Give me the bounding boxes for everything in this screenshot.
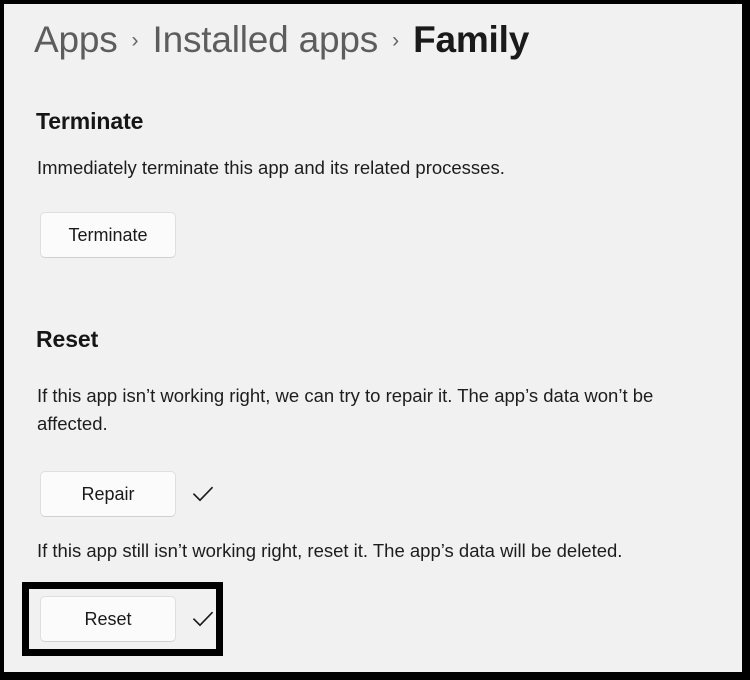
reset-check-icon: [190, 606, 216, 632]
settings-page: Apps › Installed apps › Family Terminate…: [4, 4, 742, 672]
reset-button[interactable]: Reset: [40, 596, 176, 642]
breadcrumb-separator-icon: ›: [131, 29, 139, 52]
terminate-button[interactable]: Terminate: [40, 212, 176, 258]
terminate-description: Immediately terminate this app and its r…: [37, 157, 505, 178]
reset-description: If this app still isn’t working right, r…: [37, 540, 623, 561]
breadcrumb-separator-icon: ›: [392, 29, 400, 52]
terminate-section-heading: Terminate: [36, 108, 144, 134]
breadcrumb-item-family: Family: [413, 19, 530, 60]
breadcrumb: Apps › Installed apps › Family: [34, 16, 529, 70]
repair-description: If this app isn’t working right, we can …: [37, 385, 654, 434]
reset-section-heading: Reset: [36, 326, 99, 352]
repair-button[interactable]: Repair: [40, 471, 176, 517]
repair-check-icon: [190, 481, 216, 507]
breadcrumb-item-apps[interactable]: Apps: [34, 16, 118, 64]
breadcrumb-item-installed-apps[interactable]: Installed apps: [153, 16, 379, 64]
